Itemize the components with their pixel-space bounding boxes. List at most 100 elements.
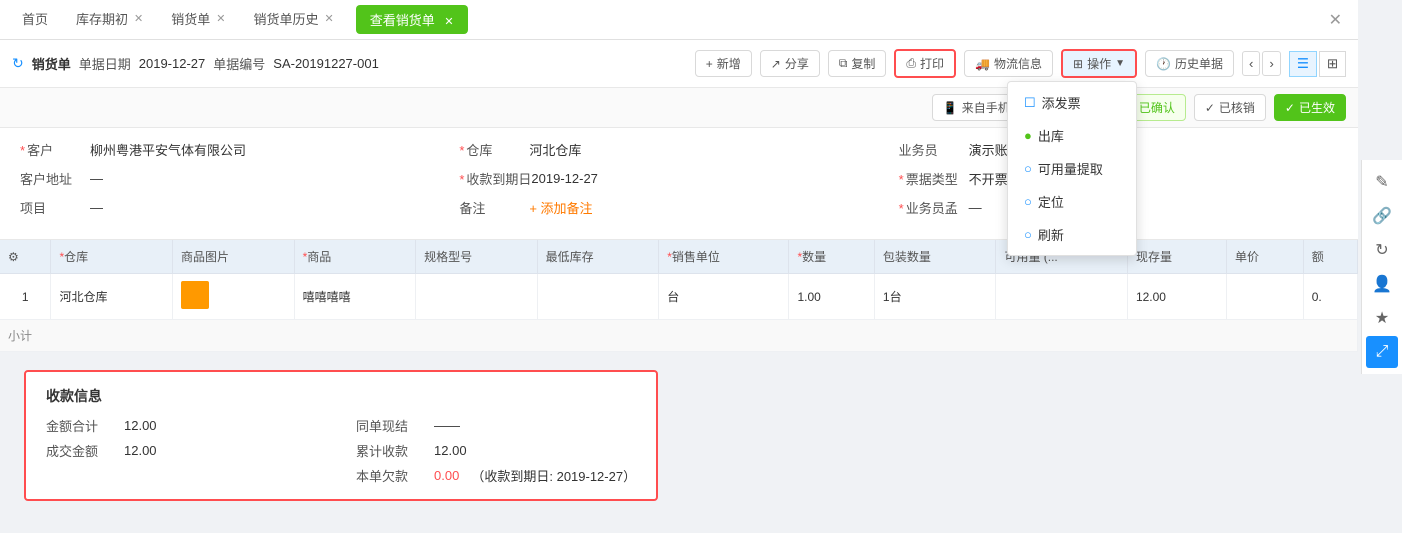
- number-value: SA-20191227-001: [273, 56, 379, 71]
- summary-grid: 金额合计 12.00 同单现结 —— 成交金额 12.00 累计收款 12.00…: [46, 416, 636, 485]
- nav-next-button[interactable]: ›: [1262, 51, 1280, 76]
- note-field: 备注 添加备注: [459, 198, 898, 217]
- print-icon: ⎙: [906, 56, 916, 71]
- add-invoice-icon: ☐: [1024, 95, 1036, 111]
- nav-prev-button[interactable]: ‹: [1242, 51, 1260, 76]
- tab-sales-order[interactable]: 销货单 ✕: [157, 0, 239, 40]
- summary-same-order-settlement: 同单现结 ——: [356, 416, 636, 435]
- ticket-type-value: 不开票: [969, 169, 1008, 188]
- dropdown-outbound[interactable]: ● 出库: [1008, 119, 1136, 152]
- row-current-stock: 12.00: [1127, 274, 1226, 320]
- logistics-icon: 🚚: [975, 57, 990, 71]
- tab-sales-history[interactable]: 销货单历史 ✕: [239, 0, 347, 40]
- view-grid-button[interactable]: ⊞: [1319, 51, 1346, 77]
- row-quantity: 1.00: [789, 274, 874, 320]
- right-sidebar: ✎ 🔗 ↻ 👤 ★ ⤢: [1361, 160, 1402, 374]
- sidebar-link-icon[interactable]: 🔗: [1366, 200, 1398, 232]
- form-row-2: 客户地址 — 收款到期日 2019-12-27 票据类型 不开票: [20, 169, 1338, 188]
- logistics-button[interactable]: 🚚 物流信息: [964, 50, 1053, 77]
- summary-section: 收款信息 金额合计 12.00 同单现结 —— 成交金额 12.00 累计收款 …: [0, 352, 1358, 519]
- col-quantity: *数量: [789, 240, 874, 274]
- tab-inventory-init[interactable]: 库存期初 ✕: [62, 0, 157, 40]
- summary-amount-total: 金额合计 12.00: [46, 416, 326, 435]
- address-label: 客户地址: [20, 169, 90, 188]
- col-product-img: 商品图片: [173, 240, 295, 274]
- history-icon: 🕐: [1156, 57, 1171, 71]
- row-available: [996, 274, 1128, 320]
- tab-home[interactable]: 首页: [8, 0, 62, 40]
- row-product: 嘻嘻嘻嘻: [294, 274, 416, 320]
- subtotal-row: 小计: [0, 320, 1358, 352]
- print-button[interactable]: ⎙ 打印: [894, 49, 956, 78]
- col-pack-qty: 包装数量: [874, 240, 996, 274]
- doc-title-area: ↻ 销货单 单据日期 2019-12-27 单据编号 SA-20191227-0…: [12, 54, 379, 73]
- dropdown-add-invoice[interactable]: ☐ 添发票: [1008, 86, 1136, 119]
- staff2-value: —: [969, 200, 982, 215]
- tab-close-inventory[interactable]: ✕: [134, 12, 143, 25]
- sidebar-expand-icon[interactable]: ⤢: [1366, 336, 1398, 368]
- address-field: 客户地址 —: [20, 169, 459, 188]
- form-row-3: 项目 — 备注 添加备注 业务员孟 —: [20, 198, 1338, 217]
- summary-deal-amount: 成交金额 12.00: [46, 441, 326, 460]
- outbound-icon: ●: [1024, 128, 1032, 143]
- history-button[interactable]: 🕐 历史单据: [1145, 50, 1234, 77]
- staff2-label: 业务员孟: [899, 198, 969, 217]
- tab-close-sales[interactable]: ✕: [216, 12, 225, 25]
- dropdown-locate[interactable]: ○ 定位: [1008, 185, 1136, 218]
- voided-btn[interactable]: ✓ 已核销: [1194, 94, 1266, 121]
- col-current-stock: 现存量: [1127, 240, 1226, 274]
- tab-close-history[interactable]: ✕: [325, 12, 334, 25]
- row-spec: [416, 274, 538, 320]
- sidebar-star-icon[interactable]: ★: [1366, 302, 1398, 334]
- dropdown-available-qty[interactable]: ○ 可用量提取: [1008, 152, 1136, 185]
- warehouse-field: 仓库 河北仓库: [459, 140, 898, 159]
- row-amount: 0.: [1303, 274, 1357, 320]
- ticket-type-label: 票据类型: [899, 169, 969, 188]
- product-table: ⚙ *仓库 商品图片 *商品 规格型号 最低库存 *销售单位 *数量 包装数量 …: [0, 240, 1358, 352]
- add-button[interactable]: + 新增: [695, 50, 752, 77]
- row-sales-unit: 台: [659, 274, 789, 320]
- due-date-field: 收款到期日 2019-12-27: [459, 169, 898, 188]
- doc-type-label: 销货单: [32, 54, 71, 73]
- summary-title: 收款信息: [46, 386, 636, 406]
- due-date-label: 收款到期日: [459, 169, 531, 188]
- toolbar-right: + 新增 ↗ 分享 ⧉ 复制 ⎙ 打印 🚚 物流信息 ⊞: [695, 49, 1346, 78]
- col-min-stock: 最低库存: [537, 240, 659, 274]
- form-area: 客户 柳州粤港平安气体有限公司 仓库 河北仓库 业务员 演示账号 客户地址 — …: [0, 128, 1358, 240]
- dropdown-refresh[interactable]: ○ 刷新: [1008, 218, 1136, 251]
- operation-dropdown-wrapper: ⊞ 操作 ▼ ☐ 添发票 ● 出库 ○ 可用量提取: [1061, 49, 1137, 78]
- sidebar-rotate-icon[interactable]: ↻: [1366, 234, 1398, 266]
- customer-value: 柳州粤港平安气体有限公司: [90, 140, 246, 159]
- customer-label: 客户: [20, 140, 90, 159]
- operation-icon: ⊞: [1073, 57, 1083, 71]
- tab-view-sales-btn[interactable]: 查看销货单 ✕: [356, 5, 468, 34]
- sidebar-edit-icon[interactable]: ✎: [1366, 166, 1398, 198]
- form-row-1: 客户 柳州粤港平安气体有限公司 仓库 河北仓库 业务员 演示账号: [20, 140, 1338, 159]
- product-image: [181, 281, 209, 309]
- row-no: 1: [0, 274, 51, 320]
- share-button[interactable]: ↗ 分享: [760, 50, 820, 77]
- effective-icon: ✓: [1285, 101, 1295, 115]
- view-list-button[interactable]: ☰: [1289, 51, 1317, 77]
- date-label: 单据日期: [79, 54, 131, 73]
- doc-icon: ↻: [12, 55, 24, 72]
- note-label: 备注: [459, 198, 529, 217]
- view-toggle: ☰ ⊞: [1289, 51, 1346, 77]
- col-amount: 额: [1303, 240, 1357, 274]
- effective-btn[interactable]: ✓ 已生效: [1274, 94, 1346, 121]
- col-unit-price: 单价: [1227, 240, 1304, 274]
- copy-button[interactable]: ⧉ 复制: [828, 50, 887, 77]
- plus-icon: +: [706, 57, 713, 71]
- close-all-tabs[interactable]: ✕: [1321, 6, 1350, 34]
- mobile-icon: 📱: [943, 101, 958, 115]
- sidebar-person-icon[interactable]: 👤: [1366, 268, 1398, 300]
- dropdown-arrow-icon: ▼: [1115, 58, 1125, 69]
- operation-button[interactable]: ⊞ 操作 ▼: [1061, 49, 1137, 78]
- tab-close-view[interactable]: ✕: [444, 16, 453, 28]
- summary-order-balance: 本单欠款 0.00 （收款到期日: 2019-12-27）: [356, 466, 636, 485]
- col-warehouse: *仓库: [51, 240, 173, 274]
- main-toolbar: ↻ 销货单 单据日期 2019-12-27 单据编号 SA-20191227-0…: [0, 40, 1358, 88]
- add-note-btn[interactable]: 添加备注: [529, 198, 592, 217]
- staff-label: 业务员: [899, 140, 969, 159]
- due-date-value: 2019-12-27: [531, 171, 598, 186]
